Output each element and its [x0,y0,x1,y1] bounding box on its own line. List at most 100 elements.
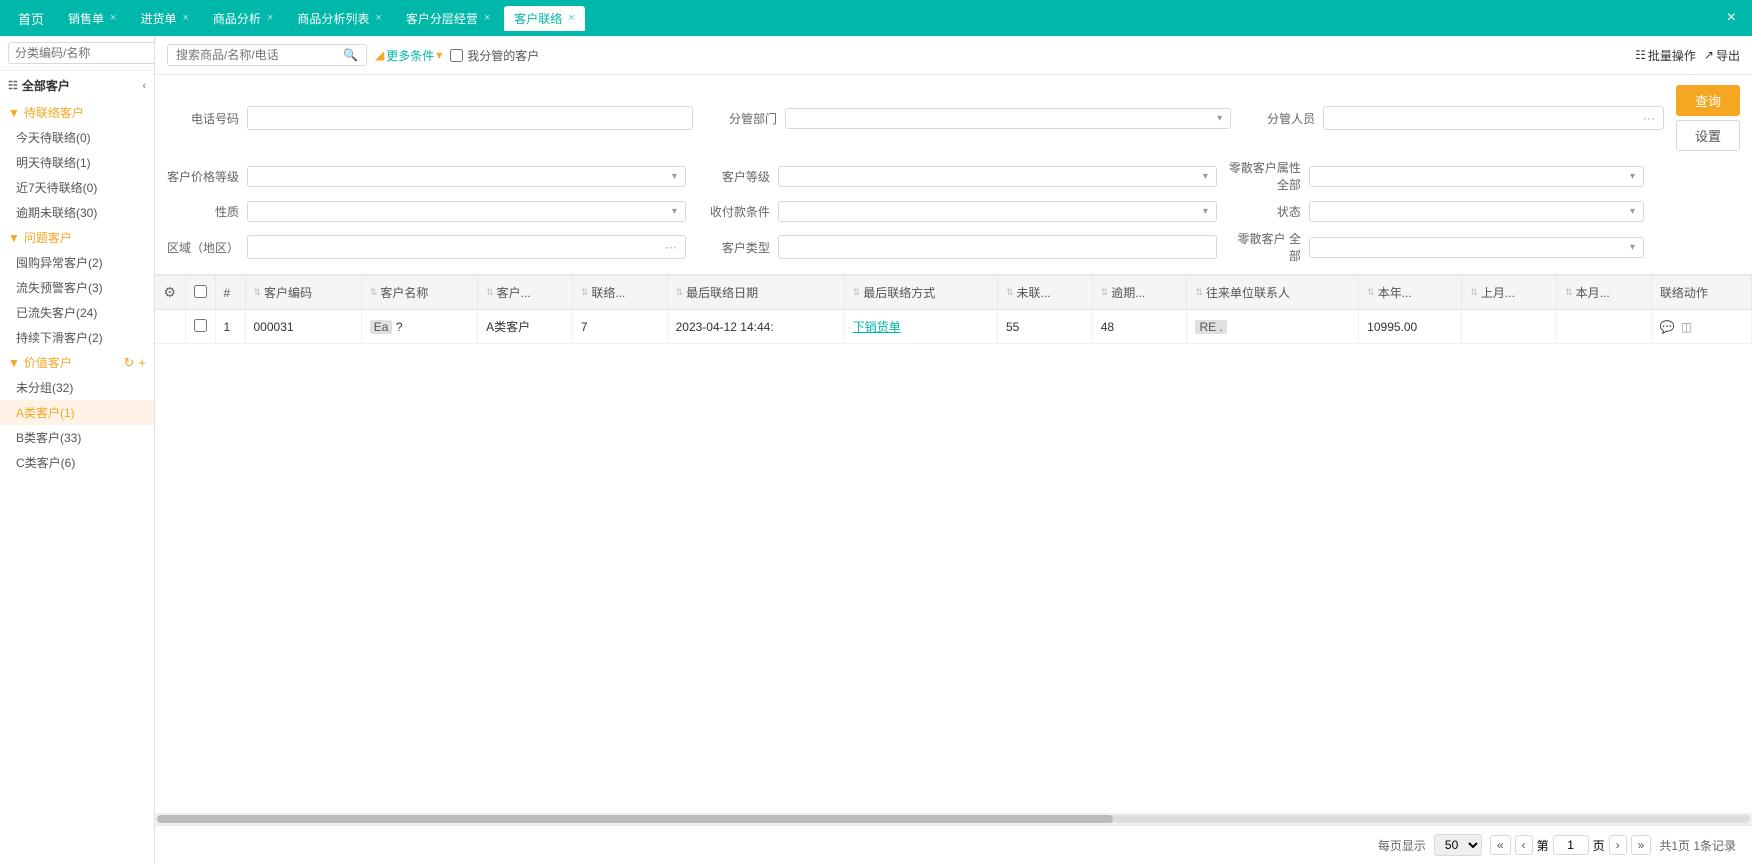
sidebar-item-ungrouped[interactable]: 未分组(32) [0,375,154,400]
table-row: 1 000031 Ea ? A类客户 7 2023-04-12 14:44: 下… [155,310,1752,344]
table-settings-icon[interactable]: ⚙ [163,284,176,300]
qrcode-icon[interactable]: ◫ [1681,320,1692,334]
region-select[interactable]: ··· [247,235,686,259]
close-product-analysis-list-tab[interactable]: × [375,12,381,24]
th-code[interactable]: ⇅ 客户编码 [245,276,361,310]
page-nav: « ‹ 第 页 › » [1490,835,1651,855]
filter-form: 电话号码 分管部门 ▾ 分管人员 ··· 查询 设置 [155,75,1752,275]
row-gear [155,310,185,344]
filter-retail: 零散客户 全部 ▾ [1229,230,1644,264]
select-all-checkbox[interactable] [194,285,207,298]
customer-type-input[interactable] [778,235,1217,259]
customer-table: ⚙ # ⇅ 客户编码 [155,276,1752,344]
manager-select[interactable]: ··· [1323,106,1664,130]
filter-status: 状态 ▾ [1229,201,1644,222]
last-page-button[interactable]: » [1631,835,1652,855]
filter-more-button[interactable]: ◢ 更多条件 ▾ [375,47,442,64]
my-customers-checkbox[interactable]: 我分管的客户 [450,47,539,64]
my-customers-check[interactable] [450,49,463,62]
sidebar-search-input[interactable] [8,42,155,64]
price-level-select[interactable]: ▾ [247,166,686,187]
nav-customer-tier[interactable]: 客户分层经营 × [396,6,500,31]
sort-icon: ⇅ [1367,287,1375,298]
retail-label: 零散客户 全部 [1229,230,1309,264]
payment-select[interactable]: ▾ [778,201,1217,222]
status-select[interactable]: ▾ [1309,201,1644,222]
row-not-contacted: 55 [997,310,1092,344]
retail-chevron: ▾ [1630,242,1635,253]
customer-level-select[interactable]: ▾ [778,166,1217,187]
th-contact-person[interactable]: ⇅ 往来单位联系人 [1187,276,1359,310]
retail-select[interactable]: ▾ [1309,237,1644,258]
arrow-icon-value[interactable]: ▼ [8,356,20,370]
th-name[interactable]: ⇅ 客户名称 [361,276,477,310]
nav-product-analysis-list[interactable]: 商品分析列表 × [287,6,391,31]
filter-search-icon[interactable]: 🔍 [343,48,358,62]
nav-home[interactable]: 首页 [8,5,54,32]
nature-select[interactable]: ▾ [247,201,686,222]
settings-button[interactable]: 设置 [1676,120,1740,151]
search-button[interactable]: 查询 [1676,85,1740,116]
page-size-select[interactable]: 50 [1434,834,1482,856]
close-customer-contact-tab[interactable]: × [568,12,574,24]
close-sales-tab[interactable]: × [110,12,116,24]
sidebar-item-today[interactable]: 今天待联络(0) [0,125,154,150]
last-method-link[interactable]: 下销货单 [853,320,901,334]
export-button[interactable]: ↗ 导出 [1704,47,1740,64]
page-number-input[interactable] [1553,835,1589,855]
chat-icon[interactable]: 💬 [1660,320,1675,334]
first-page-button[interactable]: « [1490,835,1511,855]
sidebar-item-churned[interactable]: 已流失客户(24) [0,300,154,325]
filter-row-2: 客户价格等级 ▾ 客户等级 ▾ 零散客户属性 全部 [167,159,1740,193]
close-customer-tier-tab[interactable]: × [484,12,490,24]
sidebar-item-7days[interactable]: 近7天待联络(0) [0,175,154,200]
phone-label: 电话号码 [167,110,247,127]
th-this-month[interactable]: ⇅ 本月... [1557,276,1652,310]
close-purchase-tab[interactable]: × [182,12,188,24]
filter-search-input[interactable] [176,48,343,62]
retail-attr-chevron: ▾ [1630,171,1635,182]
sidebar-group-problem[interactable]: ▼ 问题客户 [0,225,154,250]
sidebar-item-b-class[interactable]: B类客户(33) [0,425,154,450]
nav-customer-contact[interactable]: 客户联络 × [504,6,584,31]
th-contact-count[interactable]: ⇅ 联络... [572,276,667,310]
nav-sales[interactable]: 销售单 × [58,6,126,31]
th-last-method[interactable]: ⇅ 最后联络方式 [844,276,997,310]
row-name: Ea ? [361,310,477,344]
sidebar-item-overdue[interactable]: 逾期未联络(30) [0,200,154,225]
th-customer-type[interactable]: ⇅ 客户... [478,276,573,310]
phone-input[interactable] [247,106,693,130]
scroll-thumb [157,815,1113,823]
payment-label: 收付款条件 [698,203,778,220]
nav-purchase[interactable]: 进货单 × [130,6,198,31]
sidebar-group-pending[interactable]: ▼ 待联络客户 [0,100,154,125]
th-this-year[interactable]: ⇅ 本年... [1359,276,1462,310]
next-page-button[interactable]: › [1609,835,1627,855]
global-close-button[interactable]: × [1719,9,1744,27]
th-overdue[interactable]: ⇅ 逾期... [1092,276,1187,310]
sidebar-item-abnormal[interactable]: 囤购异常客户(2) [0,250,154,275]
th-last-month[interactable]: ⇅ 上月... [1462,276,1557,310]
sidebar-all-customers[interactable]: ☷ 全部客户 ‹ [0,71,154,100]
add-group-icon[interactable]: + [138,355,146,370]
batch-ops-button[interactable]: ☷ 批量操作 [1635,47,1696,64]
sidebar-item-tomorrow[interactable]: 明天待联络(1) [0,150,154,175]
nav-product-analysis[interactable]: 商品分析 × [203,6,283,31]
sidebar-item-declining[interactable]: 持续下滑客户(2) [0,325,154,350]
retail-attr-select[interactable]: ▾ [1309,166,1644,187]
customer-type-label: 客户类型 [698,239,778,256]
sidebar-item-a-class[interactable]: A类客户(1) [0,400,154,425]
prev-page-button[interactable]: ‹ [1515,835,1533,855]
horizontal-scrollbar[interactable] [155,813,1752,825]
sidebar-item-c-class[interactable]: C类客户(6) [0,450,154,475]
th-last-date[interactable]: ⇅ 最后联络日期 [667,276,844,310]
price-chevron: ▾ [672,171,677,182]
close-product-analysis-tab[interactable]: × [267,12,273,24]
th-checkbox [185,276,215,310]
sidebar-item-churn-warning[interactable]: 流失预警客户(3) [0,275,154,300]
dept-select[interactable]: ▾ [785,108,1231,129]
row-select-checkbox[interactable] [194,319,207,332]
refresh-icon[interactable]: ↻ [124,355,135,371]
th-not-contacted[interactable]: ⇅ 未联... [997,276,1092,310]
sort-icon: ⇅ [254,287,262,298]
